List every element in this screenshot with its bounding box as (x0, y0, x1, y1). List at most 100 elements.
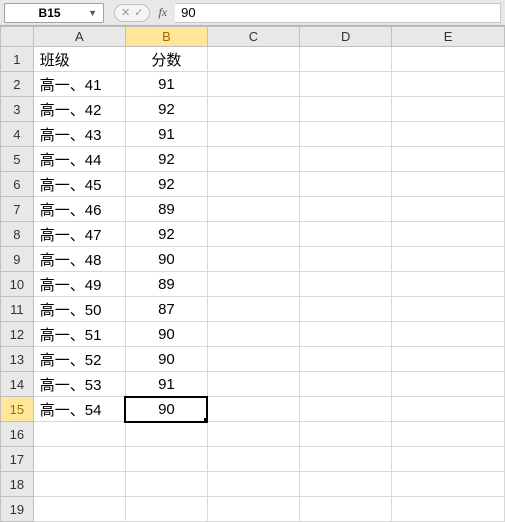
row-header-13[interactable]: 13 (1, 347, 34, 372)
cell-C19[interactable] (207, 497, 299, 522)
cell-A16[interactable] (33, 422, 125, 447)
cell-A14[interactable]: 高一、53 (33, 372, 125, 397)
fx-icon[interactable]: fx (158, 5, 167, 20)
cell-A6[interactable]: 高一、45 (33, 172, 125, 197)
row-header-1[interactable]: 1 (1, 47, 34, 72)
cell-E12[interactable] (392, 322, 505, 347)
cell-E7[interactable] (392, 197, 505, 222)
cell-E16[interactable] (392, 422, 505, 447)
row-header-3[interactable]: 3 (1, 97, 34, 122)
cell-B16[interactable] (125, 422, 207, 447)
cell-B6[interactable]: 92 (125, 172, 207, 197)
cell-B4[interactable]: 91 (125, 122, 207, 147)
cell-A11[interactable]: 高一、50 (33, 297, 125, 322)
cell-D1[interactable] (300, 47, 392, 72)
cell-B1[interactable]: 分数 (125, 47, 207, 72)
cell-A5[interactable]: 高一、44 (33, 147, 125, 172)
row-header-17[interactable]: 17 (1, 447, 34, 472)
cell-A17[interactable] (33, 447, 125, 472)
cell-A15[interactable]: 高一、54 (33, 397, 125, 422)
cell-E10[interactable] (392, 272, 505, 297)
row-header-12[interactable]: 12 (1, 322, 34, 347)
column-header-B[interactable]: B (125, 27, 207, 47)
column-header-E[interactable]: E (392, 27, 505, 47)
cell-E18[interactable] (392, 472, 505, 497)
column-header-D[interactable]: D (300, 27, 392, 47)
cell-C3[interactable] (207, 97, 299, 122)
row-header-11[interactable]: 11 (1, 297, 34, 322)
cell-D15[interactable] (300, 397, 392, 422)
row-header-19[interactable]: 19 (1, 497, 34, 522)
cell-C13[interactable] (207, 347, 299, 372)
cell-E9[interactable] (392, 247, 505, 272)
name-box[interactable]: B15 ▼ (4, 3, 104, 23)
cell-B8[interactable]: 92 (125, 222, 207, 247)
cell-B3[interactable]: 92 (125, 97, 207, 122)
cell-A8[interactable]: 高一、47 (33, 222, 125, 247)
cell-A3[interactable]: 高一、42 (33, 97, 125, 122)
cell-A2[interactable]: 高一、41 (33, 72, 125, 97)
select-all-corner[interactable] (1, 27, 34, 47)
cell-D19[interactable] (300, 497, 392, 522)
cell-A7[interactable]: 高一、46 (33, 197, 125, 222)
cell-C7[interactable] (207, 197, 299, 222)
cell-C14[interactable] (207, 372, 299, 397)
cell-B18[interactable] (125, 472, 207, 497)
cell-B13[interactable]: 90 (125, 347, 207, 372)
cell-C17[interactable] (207, 447, 299, 472)
cell-E3[interactable] (392, 97, 505, 122)
chevron-down-icon[interactable]: ▼ (88, 8, 97, 18)
cell-E4[interactable] (392, 122, 505, 147)
cell-E11[interactable] (392, 297, 505, 322)
cell-C4[interactable] (207, 122, 299, 147)
cell-D13[interactable] (300, 347, 392, 372)
cell-C11[interactable] (207, 297, 299, 322)
cell-D3[interactable] (300, 97, 392, 122)
cell-C8[interactable] (207, 222, 299, 247)
cell-A13[interactable]: 高一、52 (33, 347, 125, 372)
cell-B14[interactable]: 91 (125, 372, 207, 397)
cell-C1[interactable] (207, 47, 299, 72)
cell-E15[interactable] (392, 397, 505, 422)
row-header-9[interactable]: 9 (1, 247, 34, 272)
cell-E8[interactable] (392, 222, 505, 247)
cell-C15[interactable] (207, 397, 299, 422)
row-header-18[interactable]: 18 (1, 472, 34, 497)
formula-input[interactable]: 90 (175, 3, 501, 23)
cell-C9[interactable] (207, 247, 299, 272)
row-header-15[interactable]: 15 (1, 397, 34, 422)
cell-B7[interactable]: 89 (125, 197, 207, 222)
row-header-10[interactable]: 10 (1, 272, 34, 297)
row-header-7[interactable]: 7 (1, 197, 34, 222)
row-header-14[interactable]: 14 (1, 372, 34, 397)
cell-B17[interactable] (125, 447, 207, 472)
cell-A1[interactable]: 班级 (33, 47, 125, 72)
cell-C6[interactable] (207, 172, 299, 197)
cell-E1[interactable] (392, 47, 505, 72)
cell-C16[interactable] (207, 422, 299, 447)
cell-B11[interactable]: 87 (125, 297, 207, 322)
cell-A19[interactable] (33, 497, 125, 522)
cell-D9[interactable] (300, 247, 392, 272)
cell-D11[interactable] (300, 297, 392, 322)
cell-D4[interactable] (300, 122, 392, 147)
cell-D8[interactable] (300, 222, 392, 247)
cell-A18[interactable] (33, 472, 125, 497)
cell-E2[interactable] (392, 72, 505, 97)
cell-B9[interactable]: 90 (125, 247, 207, 272)
cell-E17[interactable] (392, 447, 505, 472)
cell-A4[interactable]: 高一、43 (33, 122, 125, 147)
cell-B2[interactable]: 91 (125, 72, 207, 97)
cell-E13[interactable] (392, 347, 505, 372)
row-header-6[interactable]: 6 (1, 172, 34, 197)
cell-D17[interactable] (300, 447, 392, 472)
cell-A10[interactable]: 高一、49 (33, 272, 125, 297)
cell-C2[interactable] (207, 72, 299, 97)
cell-D5[interactable] (300, 147, 392, 172)
cell-C5[interactable] (207, 147, 299, 172)
cell-D12[interactable] (300, 322, 392, 347)
cell-C18[interactable] (207, 472, 299, 497)
spreadsheet-grid[interactable]: ABCDE1班级分数2高一、41913高一、42924高一、43915高一、44… (0, 26, 505, 522)
cell-D18[interactable] (300, 472, 392, 497)
row-header-8[interactable]: 8 (1, 222, 34, 247)
